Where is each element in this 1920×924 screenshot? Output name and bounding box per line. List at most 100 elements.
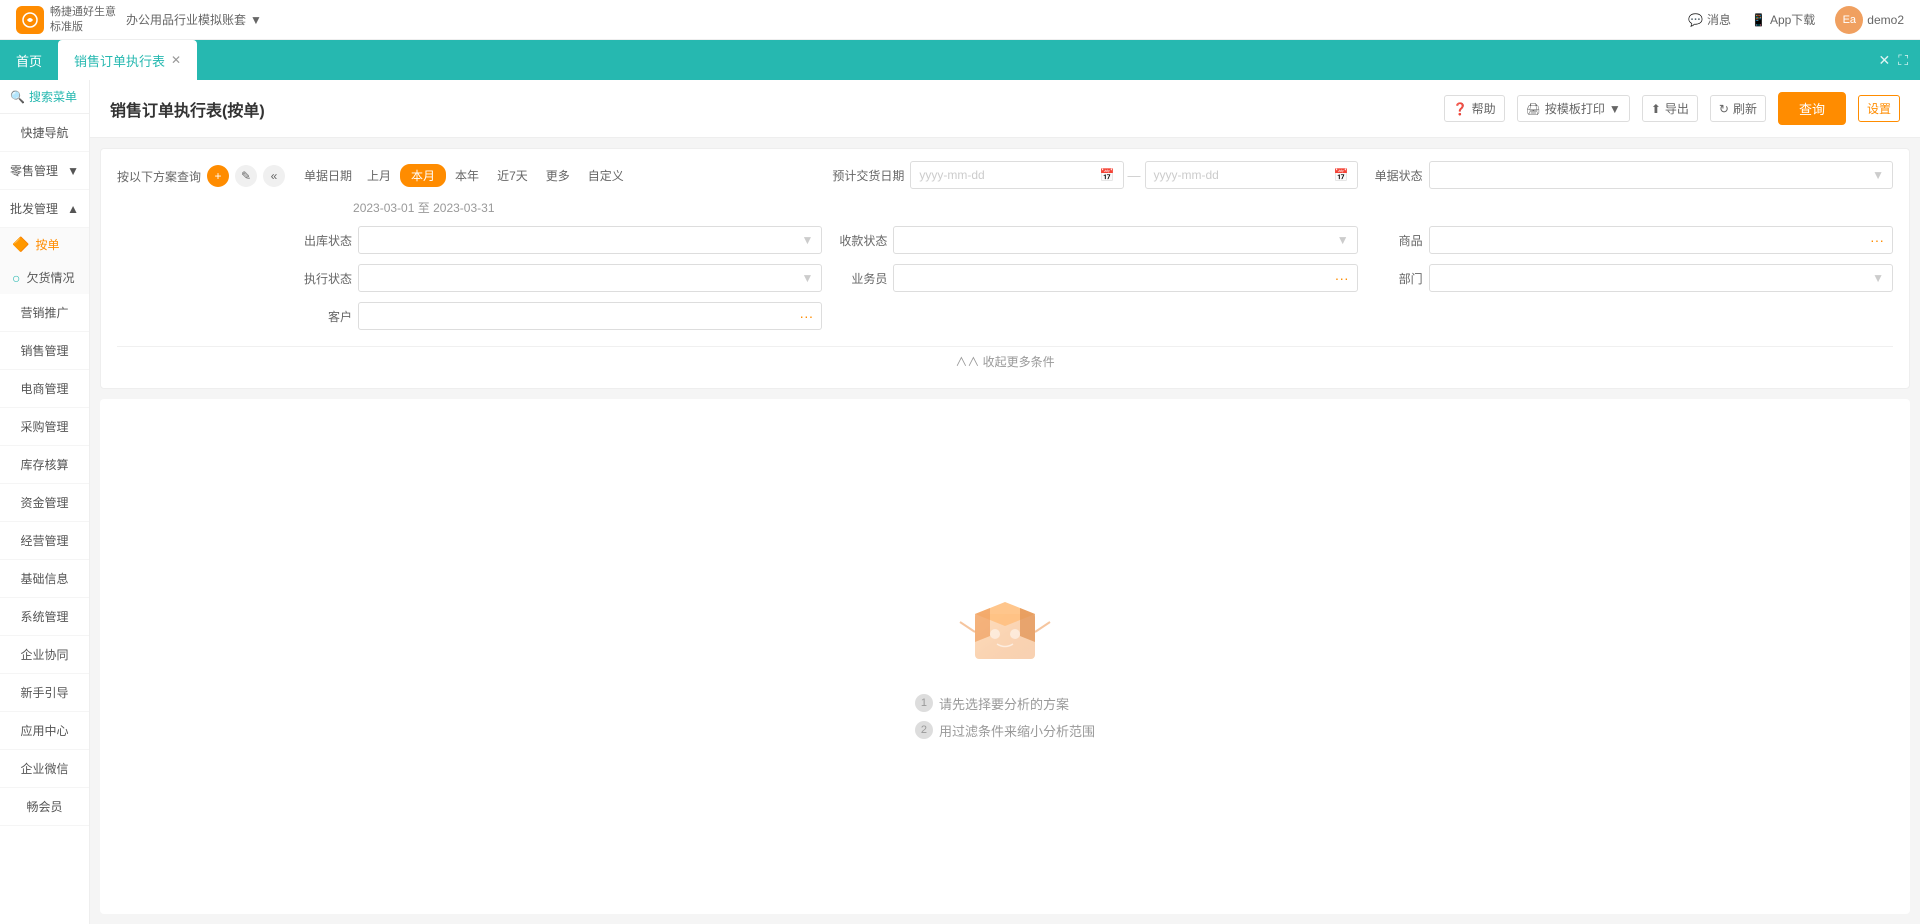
sidebar-item-ecom-mgmt[interactable]: 电商管理	[0, 370, 89, 408]
more-icon[interactable]: ···	[1870, 232, 1884, 248]
date-tab-this-month[interactable]: 本月	[400, 164, 446, 187]
account-dropdown[interactable]: 办公用品行业模拟账套 ▼	[126, 11, 262, 28]
empty-illustration	[955, 574, 1055, 674]
sidebar-item-sys-mgmt[interactable]: 系统管理	[0, 598, 89, 636]
chevron-down-icon: ▲	[67, 202, 79, 216]
app-download-action[interactable]: 📱 App下载	[1751, 11, 1815, 28]
filter-panel: 按以下方案查询 + ✎ « 单据日期 上月	[100, 148, 1910, 389]
sidebar-item-purchase-mgmt[interactable]: 采购管理	[0, 408, 89, 446]
doc-status-filter: 单据状态 ▼	[1368, 161, 1893, 189]
date-filter: 单据日期 上月 本月 本年 近7天 更多 自定义	[297, 161, 822, 189]
tab-close-icon[interactable]: ✕	[171, 53, 181, 67]
settings-button[interactable]: 设置	[1858, 95, 1900, 122]
tab-sales-exec[interactable]: 销售订单执行表 ✕	[58, 40, 197, 80]
order-icon: 🔶	[12, 236, 29, 253]
sidebar-item-app-center[interactable]: 应用中心	[0, 712, 89, 750]
doc-status-control[interactable]: ▼	[1429, 161, 1893, 189]
sidebar-item-newbie[interactable]: 新手引导	[0, 674, 89, 712]
logo-area: 畅捷通好生意 标准版	[16, 5, 116, 34]
date-tab-last7[interactable]: 近7天	[488, 163, 537, 188]
add-scheme-button[interactable]: +	[207, 165, 229, 187]
export-button[interactable]: ⬆ 导出	[1642, 95, 1698, 122]
sidebar: 🔍 搜索菜单 快捷导航 零售管理 ▼ 批发管理 ▲ 🔶 按单 ○ 欠货情况 营销…	[0, 80, 90, 924]
chevron-down-icon: ▼	[1872, 271, 1884, 285]
logo-text: 畅捷通好生意 标准版	[50, 5, 116, 34]
exec-status-filter: 执行状态 ▼	[297, 264, 822, 292]
sidebar-sub-item-欠货情况[interactable]: ○ 欠货情况	[0, 261, 89, 294]
expected-date-start[interactable]: yyyy-mm-dd 📅	[910, 161, 1123, 189]
empty-hints: 1 请先选择要分析的方案 2 用过滤条件来缩小分析范围	[915, 694, 1095, 740]
chevron-down-icon: ▼	[801, 233, 813, 247]
doc-status-label: 单据状态	[1368, 167, 1423, 184]
customer-control[interactable]: ···	[358, 302, 822, 330]
sidebar-item-corp-wechat[interactable]: 企业微信	[0, 750, 89, 788]
product-control[interactable]: ···	[1429, 226, 1893, 254]
content-area: 销售订单执行表(按单) ❓ 帮助 🖨 按模板打印 ▼ ⬆ 导出 ↻ 刷新	[90, 80, 1920, 924]
sidebar-item-ops-mgmt[interactable]: 经营管理	[0, 522, 89, 560]
sidebar-item-quick-nav[interactable]: 快捷导航	[0, 114, 89, 152]
date-tab-custom[interactable]: 自定义	[579, 163, 633, 188]
avatar: Ea	[1835, 6, 1863, 34]
print-icon: 🖨	[1526, 102, 1541, 116]
more-icon[interactable]: ···	[799, 308, 813, 324]
message-icon: 💬	[1688, 13, 1703, 27]
out-stock-filter: 出库状态 ▼	[297, 226, 822, 254]
dept-filter: 部门 ▼	[1368, 264, 1893, 292]
user-profile[interactable]: Ea demo2	[1835, 6, 1904, 34]
print-button[interactable]: 🖨 按模板打印 ▼	[1517, 95, 1630, 122]
calendar-end-icon: 📅	[1334, 168, 1349, 182]
sidebar-item-wholesale-mgmt[interactable]: 批发管理 ▲	[0, 190, 89, 228]
exec-status-label: 执行状态	[297, 270, 352, 287]
tab-bar: 首页 销售订单执行表 ✕ ✕ ⛶	[0, 40, 1920, 80]
out-stock-control[interactable]: ▼	[358, 226, 822, 254]
chevron-down-icon: ▼	[250, 13, 262, 27]
sidebar-search[interactable]: 🔍 搜索菜单	[0, 80, 89, 114]
date-tab-last-month[interactable]: 上月	[358, 163, 400, 188]
header-right: 💬 消息 📱 App下载 Ea demo2	[1688, 6, 1904, 34]
window-close-icon[interactable]: ✕	[1878, 52, 1890, 69]
edit-scheme-button[interactable]: ✎	[235, 165, 257, 187]
query-button[interactable]: 查询	[1778, 92, 1846, 125]
sales-person-control[interactable]: ···	[893, 264, 1357, 292]
expected-date-end[interactable]: yyyy-mm-dd 📅	[1145, 161, 1358, 189]
mobile-icon: 📱	[1751, 13, 1766, 27]
receipt-status-control[interactable]: ▼	[893, 226, 1357, 254]
message-action[interactable]: 💬 消息	[1688, 11, 1731, 28]
sidebar-item-finance-mgmt[interactable]: 资金管理	[0, 484, 89, 522]
sidebar-item-basic-info[interactable]: 基础信息	[0, 560, 89, 598]
sidebar-item-enterprise[interactable]: 企业协同	[0, 636, 89, 674]
collapse-scheme-button[interactable]: «	[263, 165, 285, 187]
collapse-up-icon: ∧∧	[955, 355, 982, 369]
customer-filter: 客户 ···	[297, 302, 822, 330]
dept-label: 部门	[1368, 270, 1423, 287]
chevron-down-icon: ▼	[1337, 233, 1349, 247]
empty-state: 1 请先选择要分析的方案 2 用过滤条件来缩小分析范围	[100, 399, 1910, 914]
sidebar-item-member[interactable]: 畅会员	[0, 788, 89, 826]
page-actions: ❓ 帮助 🖨 按模板打印 ▼ ⬆ 导出 ↻ 刷新 查询	[1444, 92, 1900, 125]
more-icon[interactable]: ···	[1335, 270, 1349, 286]
refresh-button[interactable]: ↻ 刷新	[1710, 95, 1766, 122]
window-expand-icon[interactable]: ⛶	[1898, 52, 1908, 69]
header-left: 畅捷通好生意 标准版 办公用品行业模拟账套 ▼	[16, 5, 262, 34]
sidebar-item-sales-mgmt[interactable]: 销售管理	[0, 332, 89, 370]
sidebar-sub-item-按单[interactable]: 🔶 按单	[0, 228, 89, 261]
sidebar-item-marketing[interactable]: 营销推广	[0, 294, 89, 332]
shortage-icon: ○	[12, 270, 20, 286]
date-label: 单据日期	[297, 167, 352, 184]
calendar-icon: 📅	[1100, 168, 1115, 182]
collapse-more-bar[interactable]: ∧∧ 收起更多条件	[117, 346, 1893, 376]
sales-person-filter: 业务员 ···	[832, 264, 1357, 292]
date-tab-more[interactable]: 更多	[537, 163, 579, 188]
tab-home[interactable]: 首页	[0, 40, 58, 80]
sidebar-item-retail-mgmt[interactable]: 零售管理 ▼	[0, 152, 89, 190]
page-title: 销售订单执行表(按单)	[110, 97, 265, 121]
chevron-down-icon: ▼	[1872, 168, 1884, 182]
tab-bar-right: ✕ ⛶	[1878, 52, 1920, 69]
date-tab-this-year[interactable]: 本年	[446, 163, 488, 188]
dept-control[interactable]: ▼	[1429, 264, 1893, 292]
sidebar-item-inventory[interactable]: 库存核算	[0, 446, 89, 484]
exec-status-control[interactable]: ▼	[358, 264, 822, 292]
expected-date-filter: 预计交货日期 yyyy-mm-dd 📅 — yyyy-mm-dd 📅	[832, 161, 1357, 189]
chevron-down-icon: ▼	[801, 271, 813, 285]
help-button[interactable]: ❓ 帮助	[1444, 95, 1505, 122]
